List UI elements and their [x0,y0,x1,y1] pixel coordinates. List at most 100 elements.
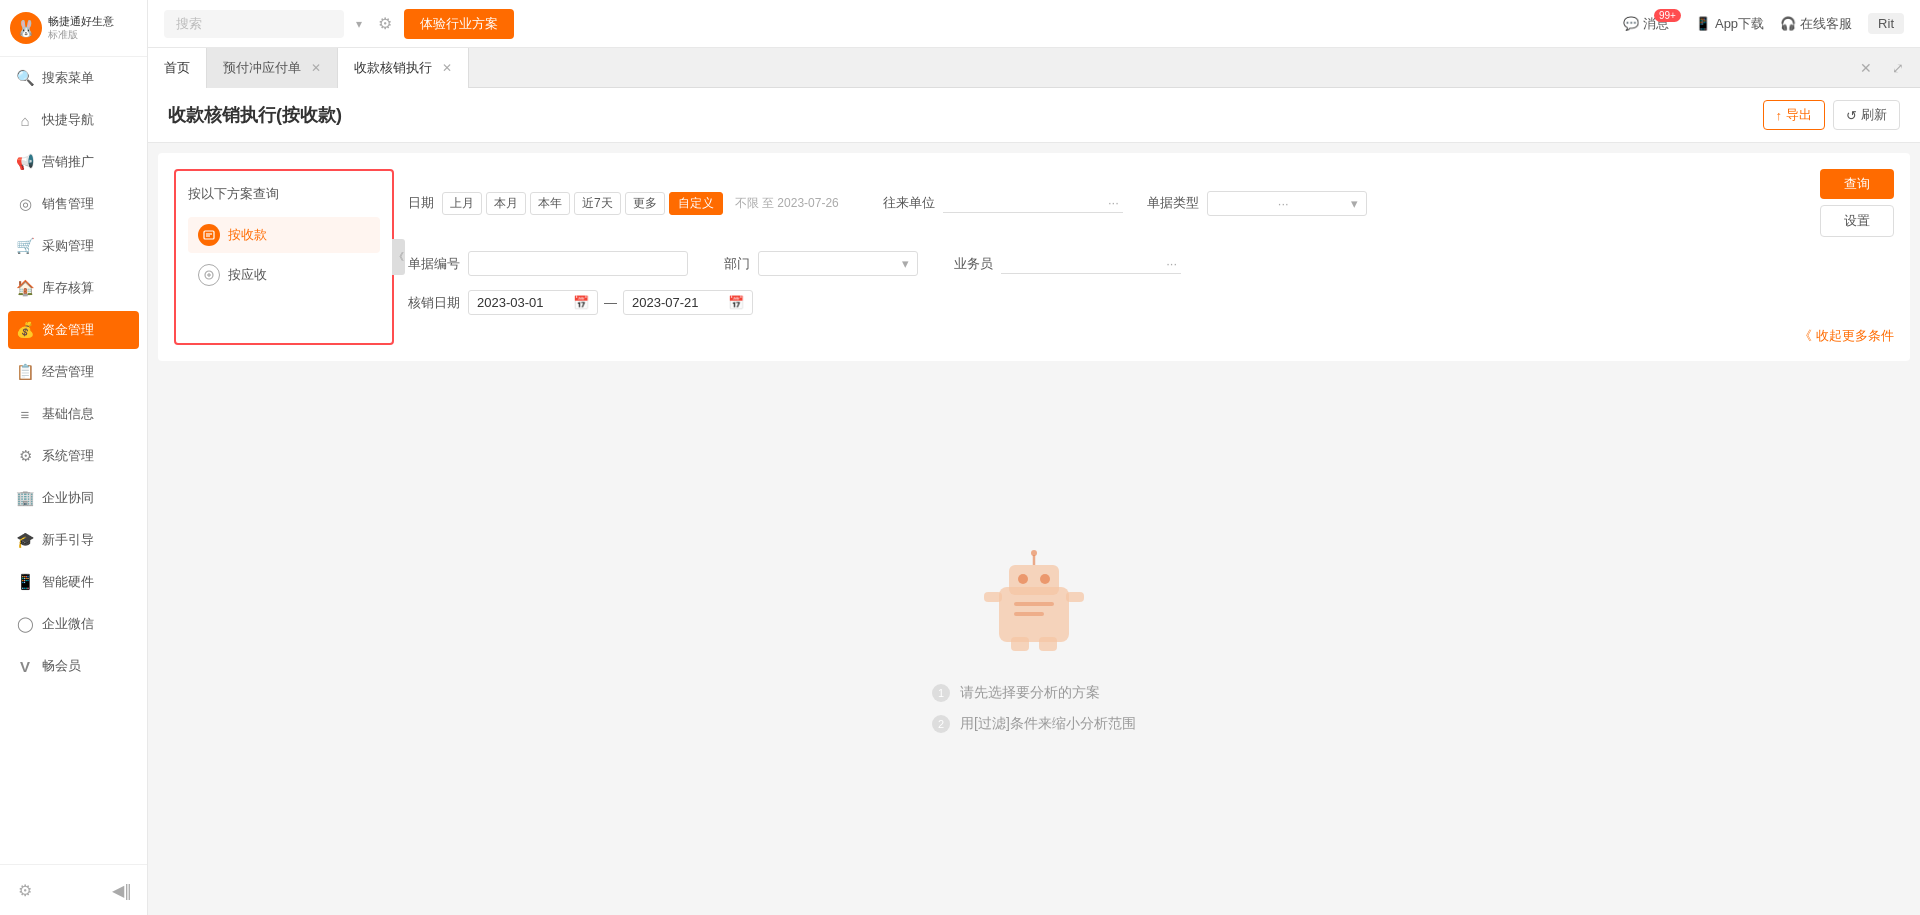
export-button[interactable]: ↑ 导出 [1763,100,1826,130]
date-btn-more[interactable]: 更多 [625,192,665,215]
partner-label: 往来单位 [883,194,935,212]
query-buttons: 查询 设置 [1820,169,1894,237]
app-download-button[interactable]: 📱 App下载 [1695,15,1764,33]
empty-tips: 1 请先选择要分析的方案 2 用[过滤]条件来缩小分析范围 [932,677,1136,739]
sidebar-item-enterprise[interactable]: 🏢 企业协同 [0,477,147,519]
tab-home-label: 首页 [164,59,190,77]
verify-date-start-value: 2023-03-01 [477,295,544,310]
topbar-gear-icon[interactable]: ⚙ [378,14,392,33]
user-menu[interactable]: Rit [1868,13,1904,34]
filter-section: 按以下方案查询 按收款 按应收 《 [158,153,1910,361]
tab-home[interactable]: 首页 [148,48,207,88]
service-button[interactable]: 🎧 在线客服 [1780,15,1852,33]
staff-input[interactable]: ··· [1001,254,1181,274]
headset-icon: 🎧 [1780,16,1796,31]
sidebar-item-sales[interactable]: ◎ 销售管理 [0,183,147,225]
filter-panel-collapse[interactable]: 《 [392,239,405,275]
tip1-text: 请先选择要分析的方案 [960,684,1100,700]
guide-icon: 🎓 [16,531,34,549]
purchase-icon: 🛒 [16,237,34,255]
settings-bottom-icon[interactable]: ⚙ [10,875,40,905]
tab-prepay[interactable]: 预付冲应付单 ✕ [207,48,338,88]
message-icon: 💬 [1623,16,1639,31]
tab-close-all-icon[interactable]: ✕ [1852,54,1880,82]
sidebar-item-search-label: 搜索菜单 [42,69,94,87]
logo-name: 畅捷通好生意 [48,14,114,28]
sidebar-item-member[interactable]: V 畅会员 [0,645,147,687]
sidebar-item-hardware[interactable]: 📱 智能硬件 [0,561,147,603]
filter-option-receipt[interactable]: 按收款 [188,217,380,253]
empty-tip-2: 2 用[过滤]条件来缩小分析范围 [932,708,1136,739]
sidebar-item-search[interactable]: 🔍 搜索菜单 [0,57,147,99]
sidebar-item-purchase[interactable]: 🛒 采购管理 [0,225,147,267]
topbar-chevron-icon[interactable]: ▾ [356,17,362,31]
filter-left-panel: 按以下方案查询 按收款 按应收 《 [174,169,394,345]
filter-panel-title: 按以下方案查询 [188,185,380,203]
settings-button[interactable]: 设置 [1820,205,1894,237]
voucher-no-label: 单据编号 [408,255,460,273]
svg-rect-0 [204,231,214,239]
tab-receipt-close[interactable]: ✕ [442,61,452,75]
sidebar-item-management[interactable]: 📋 经营管理 [0,351,147,393]
dept-select[interactable]: ▾ [758,251,918,276]
sidebar-item-finance[interactable]: 💰 资金管理 [8,311,139,349]
query-button[interactable]: 查询 [1820,169,1894,199]
dept-group: 部门 ▾ [724,251,918,276]
collapse-more-btn[interactable]: 《 收起更多条件 [1799,327,1894,345]
solution-button[interactable]: 体验行业方案 [404,9,514,39]
filter-row-3: 核销日期 2023-03-01 📅 — 2023-07-21 📅 [408,290,1894,315]
filter-option-receivable[interactable]: 按应收 [188,257,380,293]
tab-prepay-close[interactable]: ✕ [311,61,321,75]
svg-rect-11 [1014,612,1044,616]
message-button[interactable]: 💬 消息 99+ [1623,15,1669,33]
voucher-type-label: 单据类型 [1147,194,1199,212]
date-btn-last-month[interactable]: 上月 [442,192,482,215]
date-btn-this-month[interactable]: 本月 [486,192,526,215]
sidebar-item-sales-label: 销售管理 [42,195,94,213]
verify-date-range: 2023-03-01 📅 — 2023-07-21 📅 [468,290,753,315]
receivable-option-icon [198,264,220,286]
svg-rect-12 [984,592,1002,602]
tab-receipt[interactable]: 收款核销执行 ✕ [338,48,469,88]
verify-date-label: 核销日期 [408,294,460,312]
sidebar-item-inventory[interactable]: 🏠 库存核算 [0,267,147,309]
sidebar-item-marketing[interactable]: 📢 营销推广 [0,141,147,183]
tip2-number: 2 [932,715,950,733]
date-btn-this-year[interactable]: 本年 [530,192,570,215]
voucher-type-select[interactable]: ··· ▾ [1207,191,1367,216]
sidebar-item-shortcut[interactable]: ⌂ 快捷导航 [0,99,147,141]
collapse-sidebar-icon[interactable]: ◀‖ [107,875,137,905]
voucher-no-group: 单据编号 [408,251,688,276]
verify-date-end[interactable]: 2023-07-21 📅 [623,290,753,315]
sidebar-item-finance-label: 资金管理 [42,321,94,339]
tab-expand-icon[interactable]: ⤢ [1884,54,1912,82]
svg-rect-15 [1039,637,1057,651]
verify-date-start[interactable]: 2023-03-01 📅 [468,290,598,315]
search-icon: 🔍 [16,69,34,87]
filter-right-panel: 日期 上月 本月 本年 近7天 更多 自定义 不限 至 2023-07-26 往… [408,169,1894,345]
svg-point-9 [1040,574,1050,584]
partner-group: 往来单位 ··· [883,193,1123,213]
date-btn-7days[interactable]: 近7天 [574,192,621,215]
sidebar-item-basic[interactable]: ≡ 基础信息 [0,393,147,435]
filter-option-receipt-label: 按收款 [228,226,267,244]
service-label: 在线客服 [1800,15,1852,33]
sidebar-item-guide[interactable]: 🎓 新手引导 [0,519,147,561]
empty-illustration [979,547,1089,657]
app-icon: 📱 [1695,16,1711,31]
wechat-icon: ◯ [16,615,34,633]
inventory-icon: 🏠 [16,279,34,297]
refresh-button[interactable]: ↺ 刷新 [1833,100,1900,130]
partner-input[interactable]: ··· [943,193,1123,213]
date-btn-custom[interactable]: 自定义 [669,192,723,215]
sidebar-item-purchase-label: 采购管理 [42,237,94,255]
sidebar-item-wechat[interactable]: ◯ 企业微信 [0,603,147,645]
sidebar-item-member-label: 畅会员 [42,657,81,675]
date-buttons: 上月 本月 本年 近7天 更多 自定义 [442,192,723,215]
calendar-end-icon: 📅 [728,295,744,310]
logo-area: 🐰 畅捷通好生意 标准版 [0,0,147,57]
voucher-no-input[interactable] [468,251,688,276]
sidebar-item-system[interactable]: ⚙ 系统管理 [0,435,147,477]
date-group: 日期 上月 本月 本年 近7天 更多 自定义 不限 至 2023-07-26 [408,192,839,215]
sidebar-item-marketing-label: 营销推广 [42,153,94,171]
